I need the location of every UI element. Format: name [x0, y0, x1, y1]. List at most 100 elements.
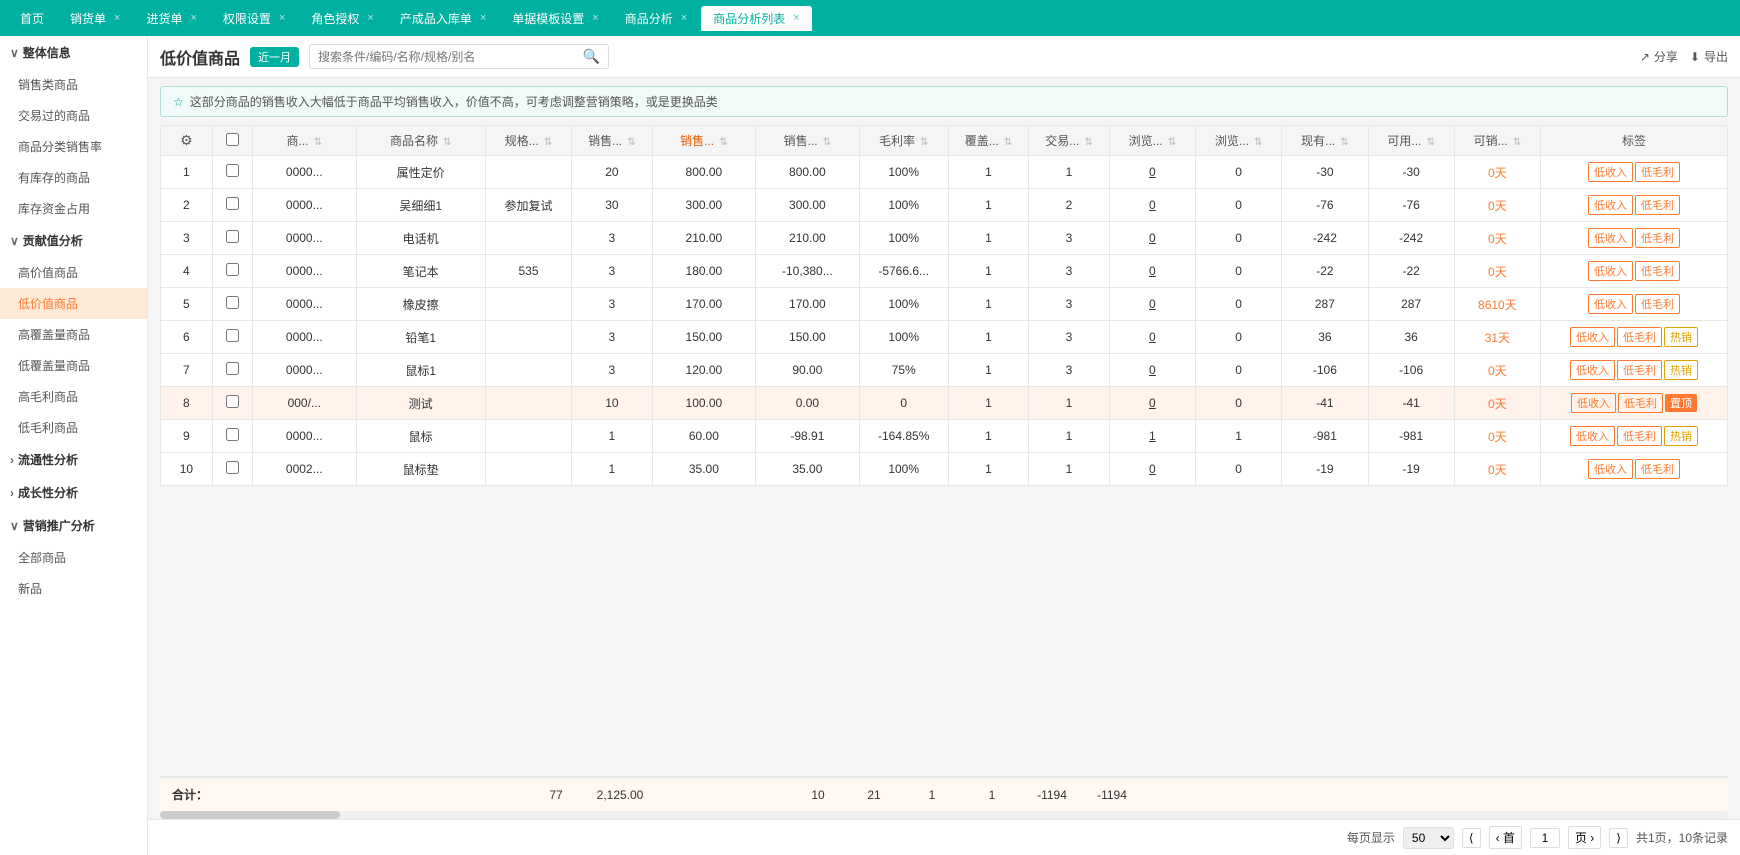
browse-count-link[interactable]: 0 — [1149, 396, 1156, 410]
th-stock[interactable]: 现有... ⇅ — [1282, 126, 1368, 156]
row-checkbox-cell[interactable] — [212, 189, 252, 222]
sidebar-item-sales-products[interactable]: 销售类商品 — [0, 69, 147, 100]
th-browse1[interactable]: 浏览... ⇅ — [1109, 126, 1195, 156]
row-checkbox[interactable] — [226, 197, 239, 210]
row-checkbox[interactable] — [226, 329, 239, 342]
select-all-checkbox[interactable] — [226, 133, 239, 146]
sidebar-item-category-sales-rate[interactable]: 商品分类销售率 — [0, 131, 147, 162]
sort-icon[interactable]: ⇅ — [1084, 137, 1092, 148]
row-checkbox-cell[interactable] — [212, 354, 252, 387]
browse-count[interactable]: 0 — [1109, 453, 1195, 486]
browse-count-link[interactable]: 0 — [1149, 264, 1156, 278]
th-margin[interactable]: 毛利率 ⇅ — [859, 126, 948, 156]
sidebar-section-circulation[interactable]: › 流通性分析 — [0, 443, 147, 476]
th-sales-amt[interactable]: 销售... ⇅ — [652, 126, 756, 156]
nav-purchase-order[interactable]: 进货单 × — [134, 6, 208, 31]
next-page-button[interactable]: 页 › — [1568, 826, 1601, 849]
browse-count-link[interactable]: 0 — [1149, 363, 1156, 377]
sidebar-item-stock-products[interactable]: 有库存的商品 — [0, 162, 147, 193]
row-checkbox[interactable] — [226, 296, 239, 309]
browse-count[interactable]: 1 — [1109, 420, 1195, 453]
browse-count-link[interactable]: 0 — [1149, 231, 1156, 245]
prev-page-button[interactable]: ‹ 首 — [1489, 826, 1522, 849]
browse-count-link[interactable]: 0 — [1149, 462, 1156, 476]
th-sales-gross[interactable]: 销售... ⇅ — [756, 126, 860, 156]
browse-count-link[interactable]: 0 — [1149, 198, 1156, 212]
sidebar-item-high-margin[interactable]: 高毛利商品 — [0, 381, 147, 412]
row-checkbox[interactable] — [226, 164, 239, 177]
sort-icon[interactable]: ⇅ — [1340, 137, 1348, 148]
sidebar-section-growth[interactable]: › 成长性分析 — [0, 476, 147, 509]
row-checkbox[interactable] — [226, 263, 239, 276]
close-icon[interactable]: × — [190, 12, 196, 24]
sort-icon[interactable]: ⇅ — [1254, 137, 1262, 148]
sidebar-item-high-coverage[interactable]: 高覆盖量商品 — [0, 319, 147, 350]
browse-count[interactable]: 0 — [1109, 387, 1195, 420]
close-icon[interactable]: × — [793, 12, 799, 24]
sidebar-item-new-products[interactable]: 新品 — [0, 573, 147, 604]
sidebar-section-marketing[interactable]: ∨ 营销推广分析 — [0, 509, 147, 542]
page-number-input[interactable] — [1530, 828, 1560, 848]
th-tag[interactable]: 标签 — [1541, 126, 1728, 156]
browse-count[interactable]: 0 — [1109, 288, 1195, 321]
row-checkbox-cell[interactable] — [212, 156, 252, 189]
th-name[interactable]: 商品名称 ⇅ — [356, 126, 485, 156]
th-sellable[interactable]: 可销... ⇅ — [1454, 126, 1540, 156]
browse-count-link[interactable]: 0 — [1149, 297, 1156, 311]
row-checkbox[interactable] — [226, 461, 239, 474]
sort-icon[interactable]: ⇅ — [1168, 137, 1176, 148]
sort-icon[interactable]: ⇅ — [1426, 137, 1434, 148]
search-box[interactable]: 🔍 — [309, 44, 609, 69]
sidebar-item-low-coverage[interactable]: 低覆盖量商品 — [0, 350, 147, 381]
browse-count[interactable]: 0 — [1109, 321, 1195, 354]
th-sales-qty[interactable]: 销售... ⇅ — [572, 126, 653, 156]
sort-icon[interactable]: ⇅ — [823, 137, 831, 148]
th-check[interactable] — [212, 126, 252, 156]
sort-icon[interactable]: ⇅ — [1004, 137, 1012, 148]
nav-product-in[interactable]: 产成品入库单 × — [388, 6, 498, 31]
th-trade[interactable]: 交易... ⇅ — [1029, 126, 1110, 156]
nav-sales-order[interactable]: 销货单 × — [58, 6, 132, 31]
sort-icon[interactable]: ⇅ — [719, 137, 727, 148]
row-checkbox-cell[interactable] — [212, 288, 252, 321]
page-size-select[interactable]: 50 20 100 — [1403, 827, 1454, 849]
nav-product-analysis[interactable]: 商品分析 × — [613, 6, 699, 31]
close-icon[interactable]: × — [114, 12, 120, 24]
browse-count-link[interactable]: 0 — [1149, 330, 1156, 344]
last-page-button[interactable]: ⟩ — [1609, 828, 1628, 848]
close-icon[interactable]: × — [681, 12, 687, 24]
row-checkbox-cell[interactable] — [212, 453, 252, 486]
sort-icon[interactable]: ⇅ — [920, 137, 928, 148]
nav-home[interactable]: 首页 — [8, 6, 56, 31]
nav-product-analysis-list[interactable]: 商品分析列表 × — [701, 6, 811, 31]
row-checkbox[interactable] — [226, 428, 239, 441]
sort-icon[interactable]: ⇅ — [314, 137, 322, 148]
nav-permissions[interactable]: 权限设置 × — [211, 6, 297, 31]
export-button[interactable]: ⬇ 导出 — [1690, 48, 1728, 65]
first-page-button[interactable]: ⟨ — [1462, 828, 1481, 848]
sort-icon[interactable]: ⇅ — [544, 137, 552, 148]
gear-icon[interactable]: ⚙ — [180, 132, 193, 148]
close-icon[interactable]: × — [367, 12, 373, 24]
th-cover[interactable]: 覆盖... ⇅ — [948, 126, 1029, 156]
search-icon[interactable]: 🔍 — [583, 48, 600, 65]
row-checkbox-cell[interactable] — [212, 321, 252, 354]
sort-icon[interactable]: ⇅ — [443, 137, 451, 148]
row-checkbox-cell[interactable] — [212, 222, 252, 255]
sidebar-item-low-value[interactable]: 低价值商品 — [0, 288, 147, 319]
browse-count[interactable]: 0 — [1109, 354, 1195, 387]
browse-count[interactable]: 0 — [1109, 222, 1195, 255]
th-available[interactable]: 可用... ⇅ — [1368, 126, 1454, 156]
th-browse2[interactable]: 浏览... ⇅ — [1196, 126, 1282, 156]
search-input[interactable] — [318, 50, 583, 64]
nav-template[interactable]: 单据模板设置 × — [500, 6, 610, 31]
sidebar-item-all-products[interactable]: 全部商品 — [0, 542, 147, 573]
browse-count-link[interactable]: 0 — [1149, 165, 1156, 179]
row-checkbox-cell[interactable] — [212, 387, 252, 420]
row-checkbox[interactable] — [226, 230, 239, 243]
close-icon[interactable]: × — [480, 12, 486, 24]
table-container[interactable]: ⚙ 商... ⇅ 商品名称 ⇅ — [160, 125, 1728, 776]
sidebar-item-stock-capital[interactable]: 库存资金占用 — [0, 193, 147, 224]
row-checkbox-cell[interactable] — [212, 420, 252, 453]
close-icon[interactable]: × — [279, 12, 285, 24]
